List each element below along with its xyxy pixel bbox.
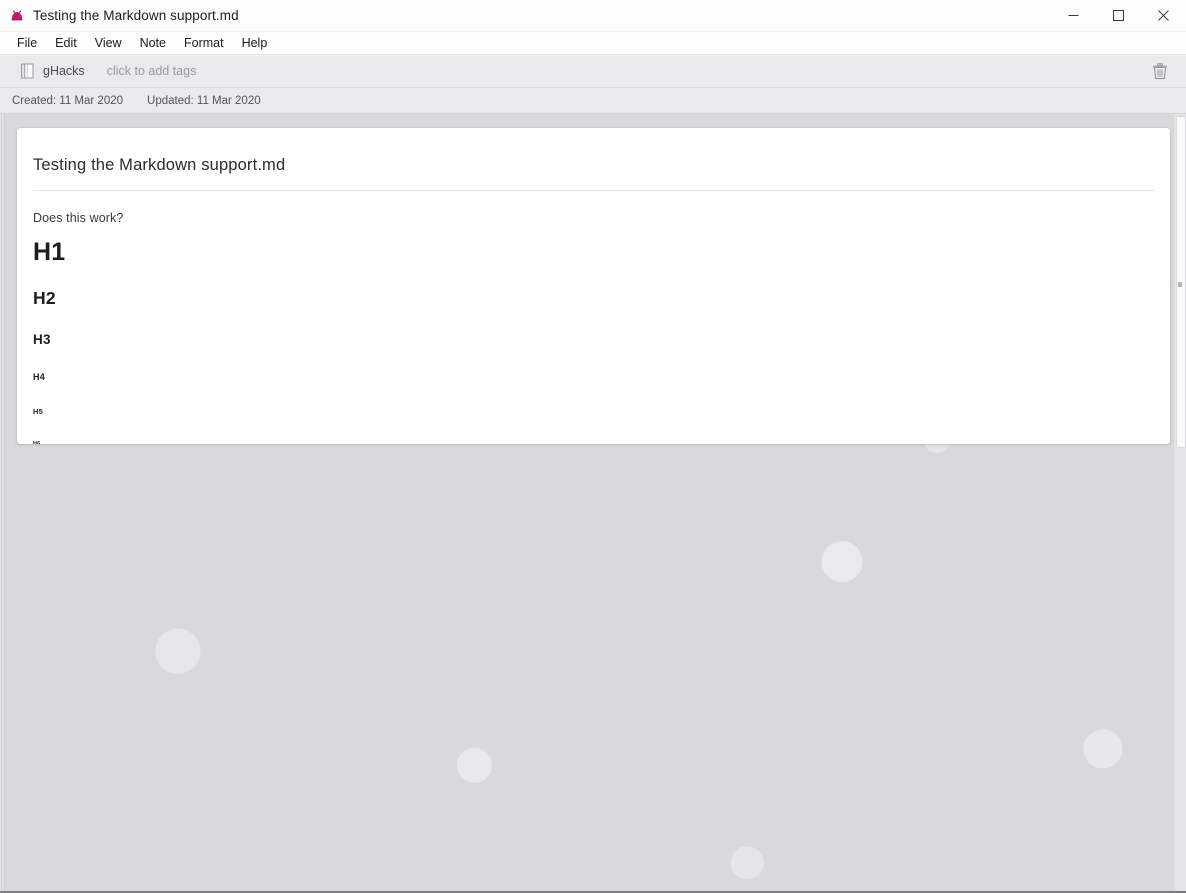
- app-logo-icon: [9, 8, 25, 24]
- menu-item-view[interactable]: View: [86, 34, 131, 53]
- minimize-icon[interactable]: [1051, 0, 1096, 31]
- note-heading-1: H1: [33, 238, 66, 266]
- app-window: Testing the Markdown support.md File Edi…: [0, 0, 1186, 893]
- note-title[interactable]: Testing the Markdown support.md: [17, 128, 1170, 175]
- menu-item-help[interactable]: Help: [233, 34, 277, 53]
- note-toolbar: gHacks click to add tags: [0, 55, 1186, 88]
- menu-bar: File Edit View Note Format Help: [0, 32, 1186, 55]
- trash-icon[interactable]: [1150, 61, 1170, 81]
- scrollbar-grip: [1178, 282, 1182, 287]
- note-canvas: Testing the Markdown support.md Does thi…: [0, 114, 1186, 891]
- menu-item-file[interactable]: File: [8, 34, 46, 53]
- maximize-icon[interactable]: [1096, 0, 1141, 31]
- note-heading-5: H5: [33, 407, 43, 416]
- notebook-icon: [20, 63, 43, 79]
- note-body[interactable]: Does this work? H1 H2 H3 H4 H5 H6: [17, 211, 1170, 444]
- window-title: Testing the Markdown support.md: [33, 8, 239, 23]
- close-icon[interactable]: [1141, 0, 1186, 31]
- created-date: Created: 11 Mar 2020: [12, 94, 124, 107]
- note-heading-3: H3: [33, 332, 51, 347]
- vertical-scrollbar[interactable]: [1173, 114, 1186, 891]
- add-tags-input[interactable]: click to add tags: [107, 64, 197, 78]
- menu-item-edit[interactable]: Edit: [46, 34, 86, 53]
- menu-item-note[interactable]: Note: [131, 34, 175, 53]
- note-title-divider: [33, 190, 1154, 191]
- menu-item-format[interactable]: Format: [175, 34, 233, 53]
- note-heading-4: H4: [33, 372, 45, 382]
- note-heading-2: H2: [33, 288, 56, 308]
- notebook-label: gHacks: [43, 64, 85, 78]
- title-bar[interactable]: Testing the Markdown support.md: [0, 0, 1186, 32]
- note-heading-6: H6: [33, 441, 41, 444]
- left-rail: [0, 114, 5, 891]
- note-paragraph: Does this work?: [33, 211, 124, 225]
- updated-date: Updated: 11 Mar 2020: [147, 94, 261, 107]
- note-meta-bar: Created: 11 Mar 2020 Updated: 11 Mar 202…: [0, 88, 1186, 114]
- note-card[interactable]: Testing the Markdown support.md Does thi…: [17, 128, 1170, 444]
- notebook-selector[interactable]: gHacks: [20, 63, 85, 79]
- window-controls: [1051, 0, 1186, 31]
